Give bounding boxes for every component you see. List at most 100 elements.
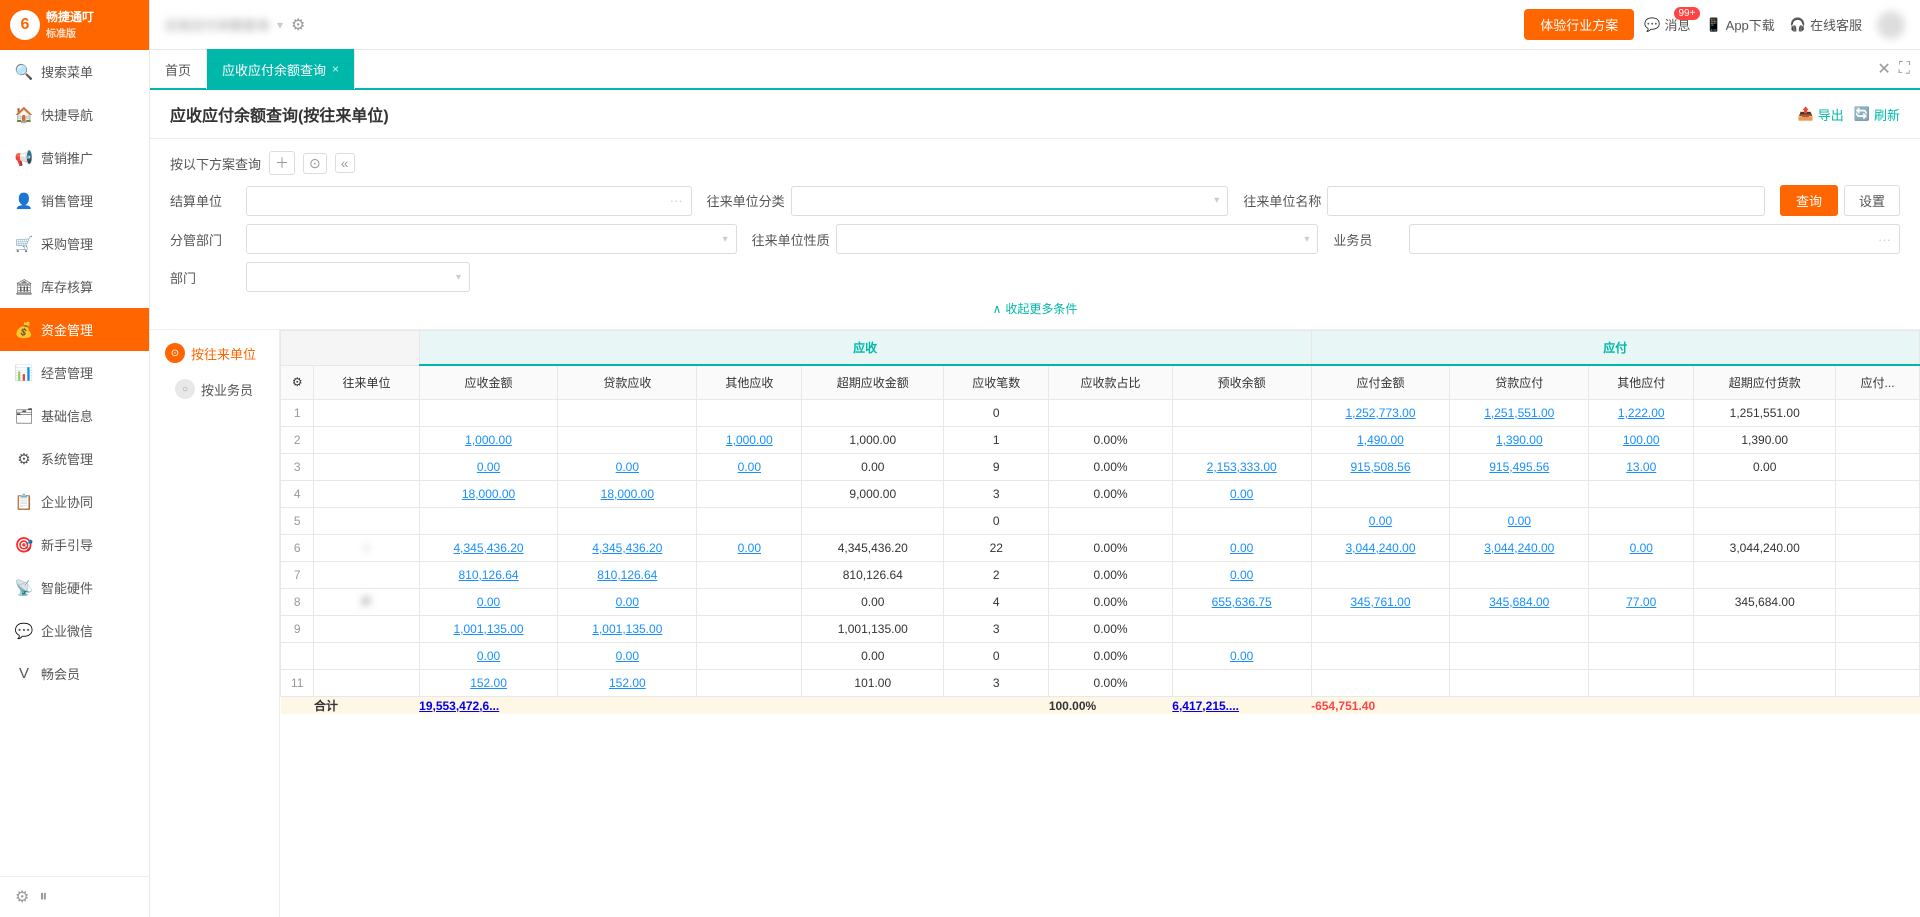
filter-options-button[interactable]: ⊙ [303, 153, 327, 174]
cell-ar_prepay[interactable]: 2,153,333.00 [1172, 454, 1311, 481]
sidebar-item-guide[interactable]: 🎯 新手引导 [0, 523, 149, 566]
cell-ap_other[interactable]: 13.00 [1589, 454, 1694, 481]
cell-ap_amount[interactable]: 3,044,240.00 [1311, 535, 1450, 562]
cell-ap_loan[interactable]: 1,390.00 [1450, 427, 1589, 454]
cell-ap_other[interactable]: 1,222.00 [1589, 400, 1694, 427]
cell-ar_prepay[interactable]: 0.00 [1172, 643, 1311, 670]
dept-input[interactable]: ▾ [246, 224, 737, 254]
header-gear-icon[interactable]: ⚙ [291, 15, 305, 35]
query-option-partner[interactable]: ⊙ 按往来单位 [150, 335, 279, 371]
sidebar-item-search[interactable]: 🔍 搜索菜单 [0, 50, 149, 93]
query-button[interactable]: 查询 [1780, 185, 1838, 216]
cell-ar_amount[interactable]: 0.00 [419, 643, 558, 670]
cell-ar_other[interactable]: 0.00 [697, 535, 802, 562]
sidebar-item-marketing[interactable]: 📢 营销推广 [0, 136, 149, 179]
sidebar-item-finance[interactable]: 💰 资金管理 [0, 308, 149, 351]
table-header-ar-other: 其他应收 [697, 365, 802, 400]
settings-icon[interactable]: ⚙ [15, 887, 29, 907]
cell-ar_loan[interactable]: 18,000.00 [558, 481, 697, 508]
cell-ar_loan[interactable]: 4,345,436.20 [558, 535, 697, 562]
message-button[interactable]: 💬 消息 99+ [1644, 15, 1690, 34]
cell-ar_amount[interactable]: 18,000.00 [419, 481, 558, 508]
total-ar-amount[interactable]: 19,553,472,6... [419, 697, 558, 715]
cell-ar_prepay[interactable]: 0.00 [1172, 562, 1311, 589]
query-option-salesperson[interactable]: ○ 按业务员 [150, 371, 279, 407]
sidebar-item-coop[interactable]: 📋 企业协同 [0, 480, 149, 523]
total-ap-other [1589, 697, 1694, 715]
cell-ar_amount[interactable]: 0.00 [419, 454, 558, 481]
sidebar-item-operations[interactable]: 📊 经营管理 [0, 351, 149, 394]
cell-ap_amount[interactable]: 915,508.56 [1311, 454, 1450, 481]
cell-ar_loan[interactable]: 1,001,135.00 [558, 616, 697, 643]
cell-ap_amount[interactable]: 0.00 [1311, 508, 1450, 535]
cell-ar_loan[interactable]: 810,126.64 [558, 562, 697, 589]
cell-ar_loan[interactable]: 0.00 [558, 589, 697, 616]
partner-nature-input[interactable]: ▾ [836, 224, 1319, 254]
cell-ap_loan[interactable]: 345,684.00 [1450, 589, 1589, 616]
total-settings [281, 697, 314, 715]
setting-button[interactable]: 设置 [1844, 185, 1900, 216]
export-button[interactable]: 📤 导出 [1798, 105, 1844, 124]
cell-ap_amount[interactable]: 1,252,773.00 [1311, 400, 1450, 427]
sidebar-item-basic[interactable]: 🗂 基础信息 [0, 394, 149, 437]
table-wrapper[interactable]: 应收 应付 ⚙ 往来单位 应收金额 贷款应收 其他应收 超期应收金额 应收笔数 [280, 330, 1920, 917]
tab-arquery[interactable]: 应收应付余额查询 × [207, 49, 355, 89]
cell-ar_amount[interactable]: 1,001,135.00 [419, 616, 558, 643]
total-ar-prepay[interactable]: 6,417,215.... [1172, 697, 1311, 715]
content-area: 应收应付余额查询(按往来单位) 📤 导出 🔄 刷新 按以下方案查询 ＋ ⊙ « [150, 90, 1920, 917]
cell-ap_loan[interactable]: 0.00 [1450, 508, 1589, 535]
cell-ar_amount[interactable]: 1,000.00 [419, 427, 558, 454]
cell-ap_loan[interactable]: 1,251,551.00 [1450, 400, 1589, 427]
cell-ap_other[interactable]: 77.00 [1589, 589, 1694, 616]
refresh-button[interactable]: 🔄 刷新 [1854, 105, 1900, 124]
cell-ar_amount[interactable]: 152.00 [419, 670, 558, 697]
cell-ar_overdue: 1,000.00 [802, 427, 944, 454]
cell-ar_loan[interactable]: 152.00 [558, 670, 697, 697]
cell-ap_other[interactable]: 100.00 [1589, 427, 1694, 454]
cell-ap_loan[interactable]: 915,495.56 [1450, 454, 1589, 481]
sidebar-item-sales[interactable]: 👤 销售管理 [0, 179, 149, 222]
sidebar-item-label: 快捷导航 [41, 105, 93, 124]
cell-ap_other[interactable]: 0.00 [1589, 535, 1694, 562]
filter-collapse-button[interactable]: « [335, 153, 355, 173]
sidebar-item-wechat[interactable]: 💬 企业微信 [0, 609, 149, 652]
sidebar-item-quicknav[interactable]: 🏠 快捷导航 [0, 93, 149, 136]
window-maximize-icon[interactable]: ⛶ [1899, 60, 1910, 78]
user-avatar[interactable] [1877, 11, 1905, 39]
partner-type-input[interactable]: ▾ [791, 186, 1229, 216]
tab-close-icon[interactable]: × [332, 62, 339, 76]
cell-ap_amount[interactable]: 345,761.00 [1311, 589, 1450, 616]
cell-ar_prepay[interactable]: 0.00 [1172, 535, 1311, 562]
table-row: 21,000.001,000.001,000.0010.00%1,490.001… [281, 427, 1920, 454]
cell-ar_prepay[interactable]: 655,636.75 [1172, 589, 1311, 616]
sidebar-item-vip[interactable]: V 畅会员 [0, 652, 149, 695]
sidebar-item-inventory[interactable]: 🏛 库存核算 [0, 265, 149, 308]
cell-ar_amount[interactable]: 0.00 [419, 589, 558, 616]
cell-ar_other[interactable]: 1,000.00 [697, 427, 802, 454]
tab-home[interactable]: 首页 [150, 49, 207, 89]
filter-add-button[interactable]: ＋ [269, 151, 295, 175]
sidebar-collapse-icon[interactable]: ⏸ [39, 888, 47, 906]
sidebar-item-hardware[interactable]: 📡 智能硬件 [0, 566, 149, 609]
trial-button[interactable]: 体验行业方案 [1524, 9, 1634, 40]
cell-ap_loan[interactable]: 3,044,240.00 [1450, 535, 1589, 562]
cell-ar_amount[interactable]: 810,126.64 [419, 562, 558, 589]
cell-ar_loan[interactable]: 0.00 [558, 643, 697, 670]
settlement-input[interactable]: ··· [246, 186, 692, 216]
online-service-button[interactable]: 🎧 在线客服 [1790, 15, 1862, 34]
department-input[interactable]: ▾ [246, 262, 470, 292]
window-close-icon[interactable]: ✕ [1877, 59, 1890, 79]
partner-name-input[interactable] [1327, 186, 1765, 216]
cell-ar_amount[interactable]: 4,345,436.20 [419, 535, 558, 562]
table-header-settings[interactable]: ⚙ [281, 365, 314, 400]
cell-ar_loan[interactable]: 0.00 [558, 454, 697, 481]
sidebar-item-purchase[interactable]: 🛒 采购管理 [0, 222, 149, 265]
cell-ap_amount[interactable]: 1,490.00 [1311, 427, 1450, 454]
collapse-more-button[interactable]: ∧ 收起更多条件 [993, 300, 1078, 317]
sidebar-item-system[interactable]: ⚙ 系统管理 [0, 437, 149, 480]
salesperson-input[interactable]: ··· [1409, 224, 1900, 254]
cell-partner [314, 400, 419, 427]
cell-ar_prepay[interactable]: 0.00 [1172, 481, 1311, 508]
cell-ar_other[interactable]: 0.00 [697, 454, 802, 481]
app-download-button[interactable]: 📱 App下载 [1705, 15, 1774, 34]
